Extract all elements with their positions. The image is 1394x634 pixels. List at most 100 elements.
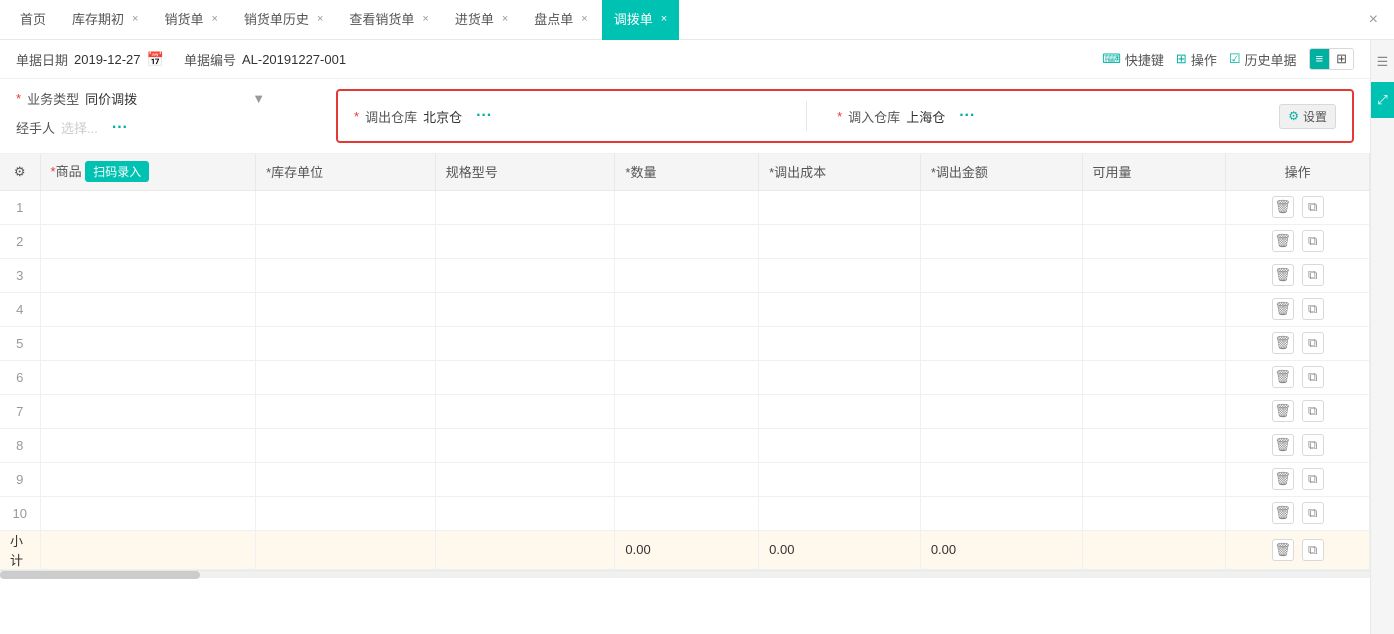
tab-home[interactable]: 首页: [8, 0, 58, 40]
table-row: 1 🗑 ⧉: [0, 190, 1370, 224]
tab-inventory-check-close[interactable]: ×: [581, 13, 587, 25]
business-type-value: 同价调拨: [85, 89, 137, 108]
horizontal-scrollbar[interactable]: [0, 570, 1370, 578]
product-cell[interactable]: [40, 224, 256, 258]
amount-cell: [920, 258, 1082, 292]
business-type-selector[interactable]: 同价调拨 ▼: [85, 89, 265, 108]
delete-row-icon[interactable]: 🗑: [1272, 332, 1294, 354]
available-cell: [1082, 428, 1226, 462]
delete-row-icon[interactable]: 🗑: [1272, 264, 1294, 286]
copy-icon[interactable]: ⧉: [1302, 539, 1324, 561]
qty-cell: [615, 224, 759, 258]
copy-row-icon[interactable]: ⧉: [1302, 196, 1324, 218]
row-num: 9: [0, 462, 40, 496]
view-toggle-list[interactable]: ≡: [1310, 49, 1331, 69]
sidebar-external-icon[interactable]: ⤢: [1371, 82, 1394, 118]
spec-cell: [435, 496, 615, 530]
action-cell: 🗑 ⧉: [1226, 496, 1370, 530]
available-cell: [1082, 496, 1226, 530]
delete-row-icon[interactable]: 🗑: [1272, 366, 1294, 388]
copy-row-icon[interactable]: ⧉: [1302, 230, 1324, 252]
tab-sales-order[interactable]: 销货单 ×: [152, 0, 229, 40]
spec-cell: [435, 428, 615, 462]
product-cell[interactable]: [40, 292, 256, 326]
business-type-dropdown-icon[interactable]: ▼: [252, 91, 265, 106]
cost-cell: [759, 428, 921, 462]
amount-cell: [920, 496, 1082, 530]
tab-transfer[interactable]: 调拨单 ×: [602, 0, 679, 40]
th-qty: *数量: [615, 154, 759, 190]
table-row: 8 🗑 ⧉: [0, 428, 1370, 462]
product-cell[interactable]: [40, 326, 256, 360]
action-cell: 🗑 ⧉: [1226, 292, 1370, 326]
calendar-icon[interactable]: 📅: [147, 51, 164, 68]
copy-row-icon[interactable]: ⧉: [1302, 468, 1324, 490]
operation-btn[interactable]: ⊞ 操作: [1176, 50, 1217, 69]
tab-inventory-init-close[interactable]: ×: [132, 13, 138, 25]
table-row: 2 🗑 ⧉: [0, 224, 1370, 258]
delete-row-icon[interactable]: 🗑: [1272, 298, 1294, 320]
product-cell[interactable]: [40, 360, 256, 394]
history-label: 历史单据: [1244, 50, 1296, 69]
delete-row-icon[interactable]: 🗑: [1272, 230, 1294, 252]
product-cell[interactable]: [40, 190, 256, 224]
tab-purchase[interactable]: 进货单 ×: [443, 0, 520, 40]
copy-row-icon[interactable]: ⧉: [1302, 366, 1324, 388]
table-row: 小计 0.00 0.00 0.00 🗑 ⧉: [0, 530, 1370, 569]
tab-transfer-close[interactable]: ×: [661, 13, 667, 25]
tab-sales-history-close[interactable]: ×: [317, 13, 323, 25]
copy-row-icon[interactable]: ⧉: [1302, 298, 1324, 320]
cost-cell: [759, 462, 921, 496]
delete-icon[interactable]: 🗑: [1272, 539, 1294, 561]
tab-sales-order-close[interactable]: ×: [211, 13, 217, 25]
product-cell[interactable]: [40, 496, 256, 530]
number-field: 单据编号 AL-20191227-001: [184, 50, 346, 69]
tab-view-sales[interactable]: 查看销货单 ×: [337, 0, 440, 40]
form-area: * 业务类型 同价调拨 ▼ 经手人 选择... ··· * 调出仓库 北京仓 ·…: [0, 79, 1370, 154]
delete-row-icon[interactable]: 🗑: [1272, 468, 1294, 490]
delete-row-icon[interactable]: 🗑: [1272, 434, 1294, 456]
tab-transfer-label: 调拨单: [614, 9, 653, 28]
product-cell[interactable]: [40, 462, 256, 496]
tab-sales-history[interactable]: 销货单历史 ×: [232, 0, 335, 40]
cost-cell: [759, 496, 921, 530]
delete-row-icon[interactable]: 🗑: [1272, 196, 1294, 218]
tab-close-all[interactable]: ×: [1361, 11, 1386, 29]
handler-more-btn[interactable]: ···: [112, 119, 128, 137]
available-cell: [1082, 190, 1226, 224]
shortcut-btn[interactable]: ⌨ 快捷键: [1102, 50, 1164, 69]
tab-view-sales-close[interactable]: ×: [422, 13, 428, 25]
copy-row-icon[interactable]: ⧉: [1302, 264, 1324, 286]
product-cell[interactable]: [40, 394, 256, 428]
copy-row-icon[interactable]: ⧉: [1302, 502, 1324, 524]
history-btn[interactable]: ☑ 历史单据: [1229, 50, 1297, 69]
handler-placeholder[interactable]: 选择...: [61, 118, 98, 137]
delete-row-icon[interactable]: 🗑: [1272, 502, 1294, 524]
scan-btn[interactable]: 扫码录入: [85, 161, 149, 182]
product-cell[interactable]: [40, 428, 256, 462]
scrollbar-thumb[interactable]: [0, 571, 200, 579]
product-cell[interactable]: [40, 258, 256, 292]
sidebar-list-icon[interactable]: ☰: [1371, 44, 1394, 80]
copy-row-icon[interactable]: ⧉: [1302, 332, 1324, 354]
transfer-in-more-btn[interactable]: ···: [959, 107, 975, 125]
tab-purchase-close[interactable]: ×: [502, 13, 508, 25]
available-cell: [1082, 360, 1226, 394]
spec-cell: [435, 394, 615, 428]
copy-row-icon[interactable]: ⧉: [1302, 434, 1324, 456]
tab-bar: 首页 库存期初 × 销货单 × 销货单历史 × 查看销货单 × 进货单 × 盘点…: [0, 0, 1394, 40]
tab-sales-order-label: 销货单: [164, 9, 203, 28]
transfer-out-more-btn[interactable]: ···: [476, 107, 492, 125]
view-toggle-grid[interactable]: ⊞: [1330, 49, 1353, 69]
tab-inventory-check[interactable]: 盘点单 ×: [522, 0, 599, 40]
action-cell: 🗑 ⧉: [1226, 258, 1370, 292]
amount-cell: [920, 292, 1082, 326]
settings-button[interactable]: ⚙ 设置: [1279, 104, 1336, 129]
amount-cell: [920, 190, 1082, 224]
th-settings[interactable]: ⚙: [0, 154, 40, 190]
tab-purchase-label: 进货单: [455, 9, 494, 28]
cost-cell: [759, 326, 921, 360]
tab-inventory-init[interactable]: 库存期初 ×: [60, 0, 150, 40]
copy-row-icon[interactable]: ⧉: [1302, 400, 1324, 422]
delete-row-icon[interactable]: 🗑: [1272, 400, 1294, 422]
